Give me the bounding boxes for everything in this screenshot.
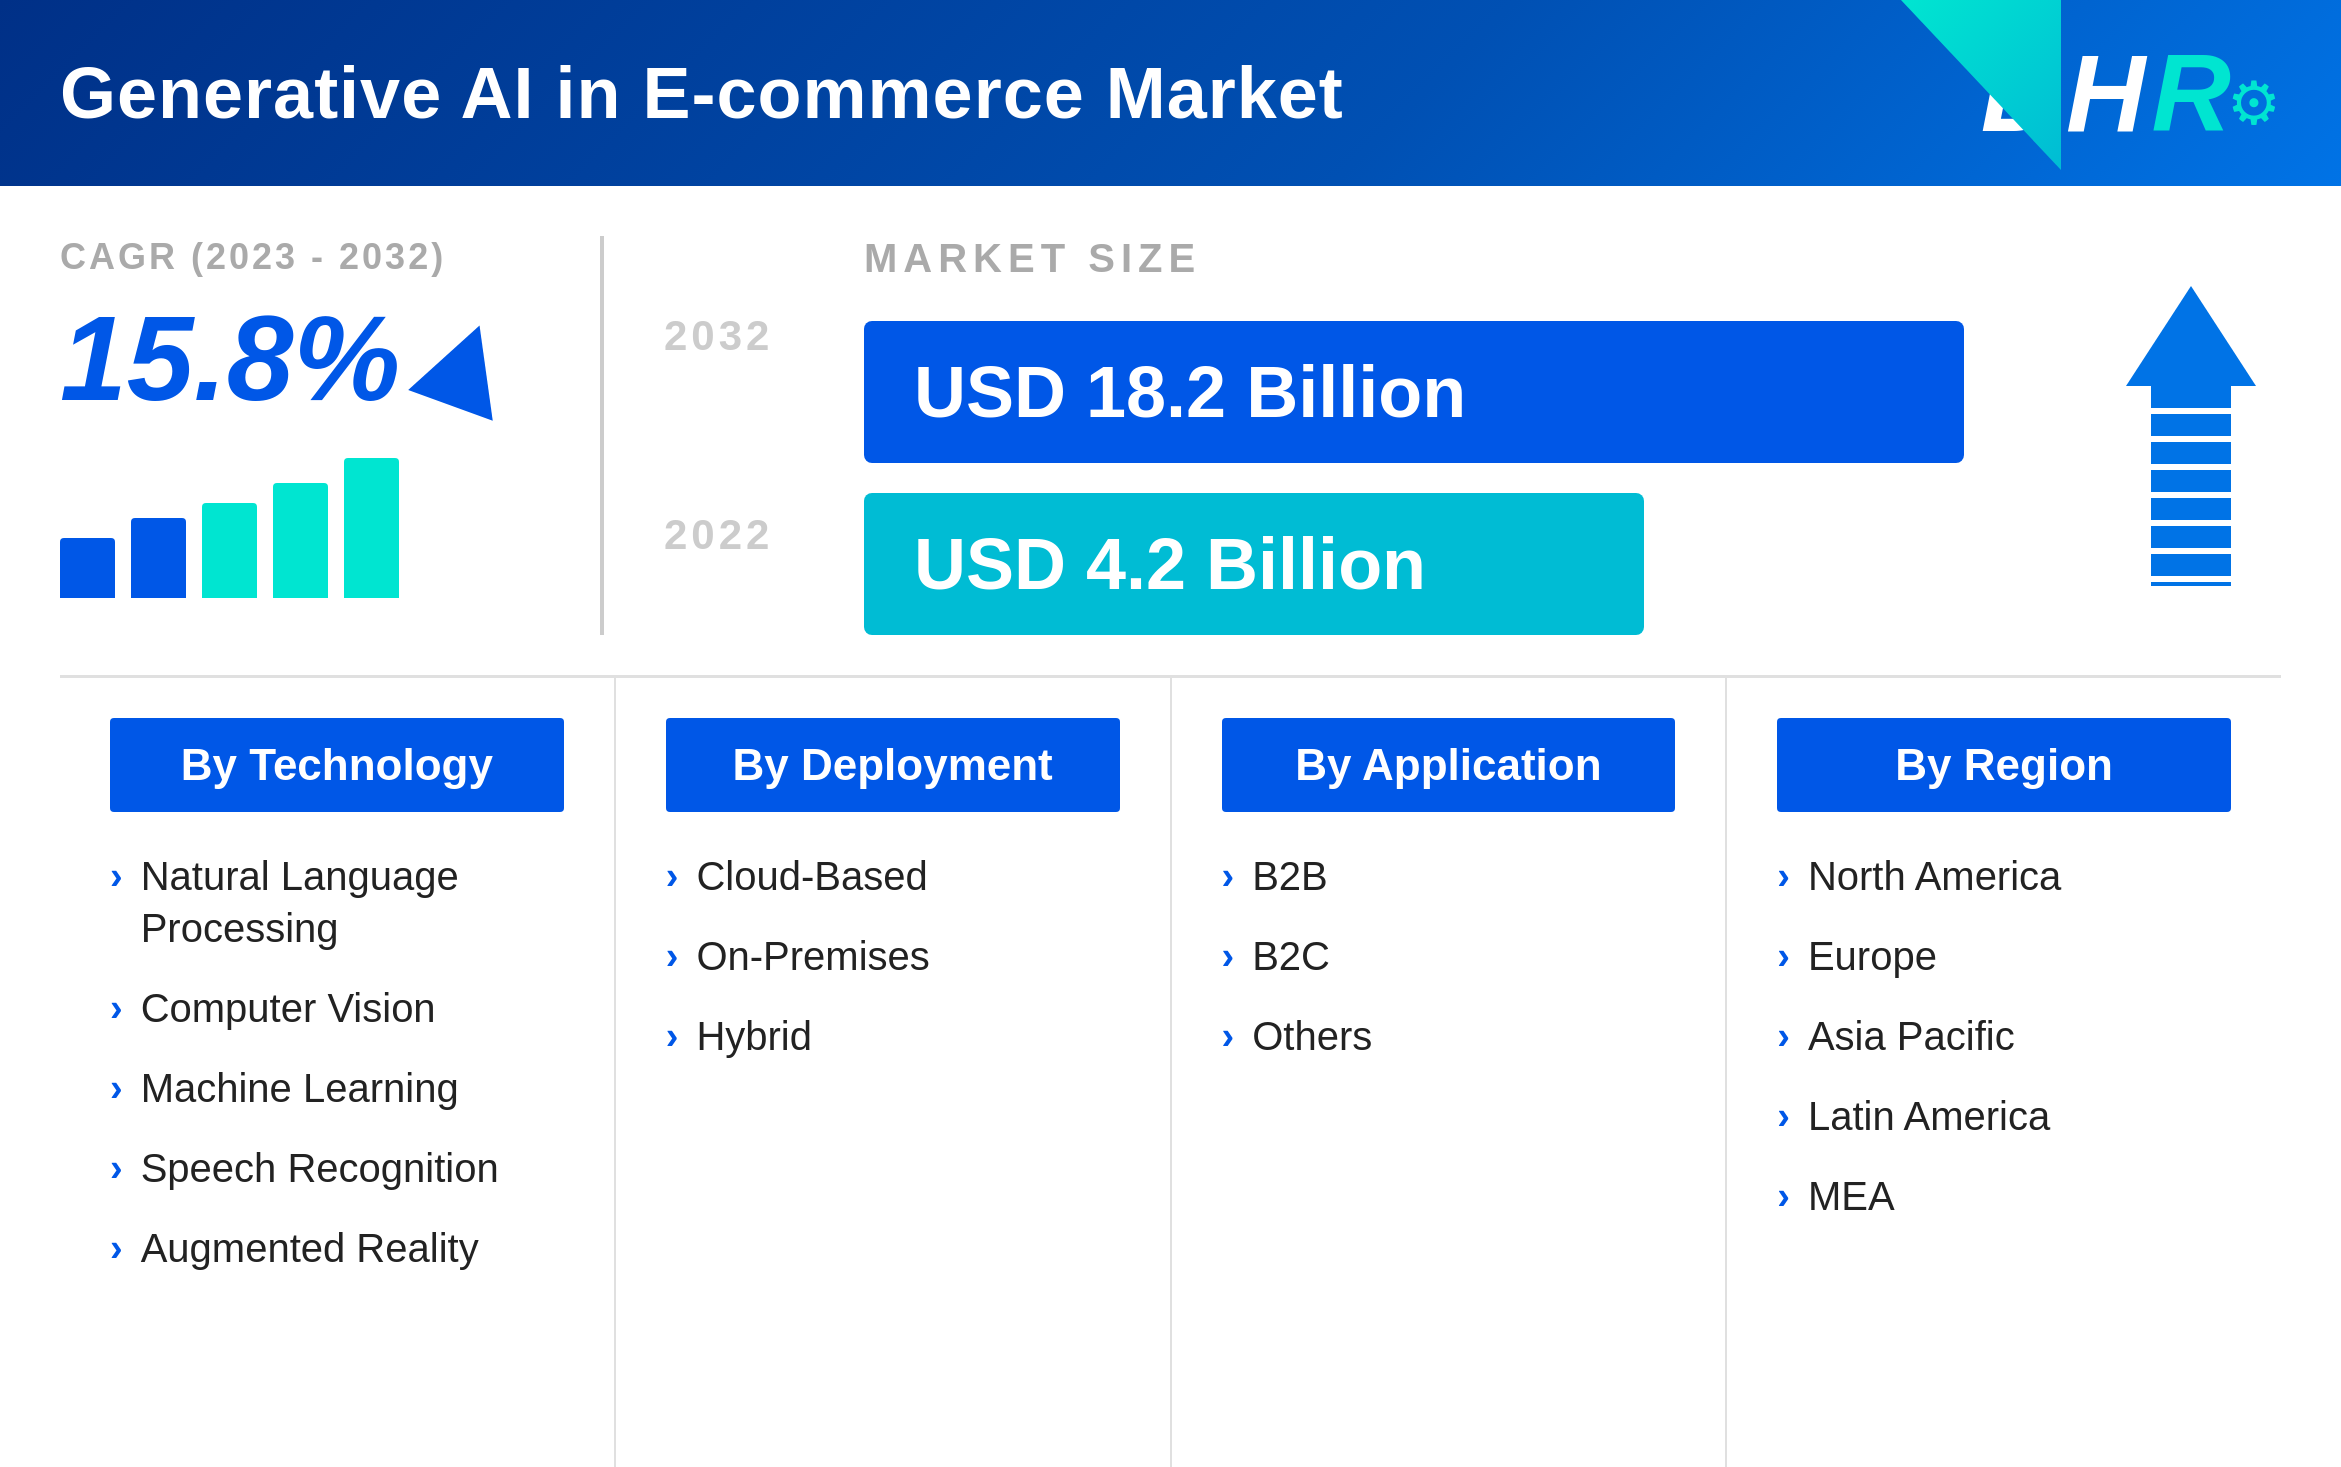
deploy-item-1-text: Cloud-Based [696, 850, 927, 902]
cagr-block: CAGR (2023 - 2032) 15.8% [60, 236, 540, 635]
app-item-1: › B2B [1222, 850, 1676, 902]
chevron-icon-a2: › [1222, 932, 1235, 981]
bar-4 [273, 483, 328, 598]
tech-item-5: › Augmented Reality [110, 1222, 564, 1274]
region-item-2-text: Europe [1808, 930, 1937, 982]
segment-application: By Application › B2B › B2C › Others [1172, 678, 1728, 1467]
region-item-3: › Asia Pacific [1777, 1010, 2231, 1062]
deploy-item-2: › On-Premises [666, 930, 1120, 982]
tech-item-5-text: Augmented Reality [141, 1222, 479, 1274]
chevron-icon-r2: › [1777, 932, 1790, 981]
deploy-item-3-text: Hybrid [696, 1010, 812, 1062]
tech-header: By Technology [110, 718, 564, 812]
chevron-icon-r3: › [1777, 1012, 1790, 1061]
chevron-icon-a1: › [1222, 852, 1235, 901]
region-item-1-text: North America [1808, 850, 2061, 902]
deploy-item-3: › Hybrid [666, 1010, 1120, 1062]
growth-arrow-block [2061, 236, 2281, 635]
region-item-1: › North America [1777, 850, 2231, 902]
market-value-2022-box: USD 4.2 Billion [864, 493, 1644, 635]
year-2032: 2032 [664, 312, 824, 360]
logo-r: R [2152, 38, 2231, 148]
arrow-body [2151, 386, 2231, 586]
tech-item-4-text: Speech Recognition [141, 1142, 499, 1194]
chevron-icon-5: › [110, 1224, 123, 1273]
region-item-2: › Europe [1777, 930, 2231, 982]
vertical-divider [600, 236, 604, 635]
market-size-block: MARKET SIZE USD 18.2 Billion USD 4.2 Bil… [864, 236, 2061, 635]
arrow-head [2126, 286, 2256, 386]
chevron-icon-d2: › [666, 932, 679, 981]
region-item-4-text: Latin America [1808, 1090, 2050, 1142]
bar-chart [60, 438, 500, 598]
app-item-2: › B2C [1222, 930, 1676, 982]
chevron-icon-4: › [110, 1144, 123, 1193]
logo-h: H [2066, 38, 2145, 148]
years-block: 2032 2022 [664, 236, 864, 635]
tech-item-4: › Speech Recognition [110, 1142, 564, 1194]
header: Generative AI in E-commerce Market D H R… [0, 0, 2341, 186]
gear-icon: ⚙ [2227, 68, 2281, 138]
segments-section: By Technology › Natural Language Process… [60, 678, 2281, 1467]
segment-technology: By Technology › Natural Language Process… [60, 678, 616, 1467]
chevron-icon-2: › [110, 984, 123, 1033]
region-item-3-text: Asia Pacific [1808, 1010, 2015, 1062]
cagr-value: 15.8% [60, 298, 400, 418]
chevron-icon-1: › [110, 852, 123, 901]
page-wrapper: Generative AI in E-commerce Market D H R… [0, 0, 2341, 1467]
chevron-icon-r5: › [1777, 1172, 1790, 1221]
arrow-up-shape [408, 310, 522, 421]
cagr-label: CAGR (2023 - 2032) [60, 236, 500, 278]
chevron-icon-3: › [110, 1064, 123, 1113]
region-item-4: › Latin America [1777, 1090, 2231, 1142]
region-item-5-text: MEA [1808, 1170, 1895, 1222]
segment-deployment: By Deployment › Cloud-Based › On-Premise… [616, 678, 1172, 1467]
app-item-3-text: Others [1252, 1010, 1372, 1062]
tech-item-3: › Machine Learning [110, 1062, 564, 1114]
region-header: By Region [1777, 718, 2231, 812]
bar-5 [344, 458, 399, 598]
app-header: By Application [1222, 718, 1676, 812]
market-value-2032-box: USD 18.2 Billion [864, 321, 1964, 463]
segment-region: By Region › North America › Europe › Asi… [1727, 678, 2281, 1467]
cagr-arrow-icon [420, 323, 510, 408]
chevron-icon-a3: › [1222, 1012, 1235, 1061]
deploy-item-2-text: On-Premises [696, 930, 929, 982]
tech-item-2: › Computer Vision [110, 982, 564, 1034]
year-2022: 2022 [664, 511, 824, 559]
chevron-icon-r1: › [1777, 852, 1790, 901]
bar-3 [202, 503, 257, 598]
page-title: Generative AI in E-commerce Market [60, 52, 1344, 134]
market-label: MARKET SIZE [864, 236, 2061, 281]
app-item-2-text: B2C [1252, 930, 1330, 982]
bar-1 [60, 538, 115, 598]
tech-item-2-text: Computer Vision [141, 982, 436, 1034]
deploy-header: By Deployment [666, 718, 1120, 812]
stats-section: CAGR (2023 - 2032) 15.8% 2 [60, 186, 2281, 678]
tech-item-3-text: Machine Learning [141, 1062, 459, 1114]
tech-item-1-text: Natural Language Processing [141, 850, 564, 954]
chevron-icon-d3: › [666, 1012, 679, 1061]
deploy-item-1: › Cloud-Based [666, 850, 1120, 902]
chevron-icon-d1: › [666, 852, 679, 901]
main-content: CAGR (2023 - 2032) 15.8% 2 [0, 186, 2341, 1467]
region-item-5: › MEA [1777, 1170, 2231, 1222]
tech-item-1: › Natural Language Processing [110, 850, 564, 954]
market-value-2022: USD 4.2 Billion [914, 523, 1426, 605]
big-arrow-up-icon [2126, 286, 2256, 586]
cagr-value-row: 15.8% [60, 298, 500, 418]
bar-2 [131, 518, 186, 598]
app-item-3: › Others [1222, 1010, 1676, 1062]
chevron-icon-r4: › [1777, 1092, 1790, 1141]
app-item-1-text: B2B [1252, 850, 1328, 902]
market-value-2032: USD 18.2 Billion [914, 351, 1466, 433]
